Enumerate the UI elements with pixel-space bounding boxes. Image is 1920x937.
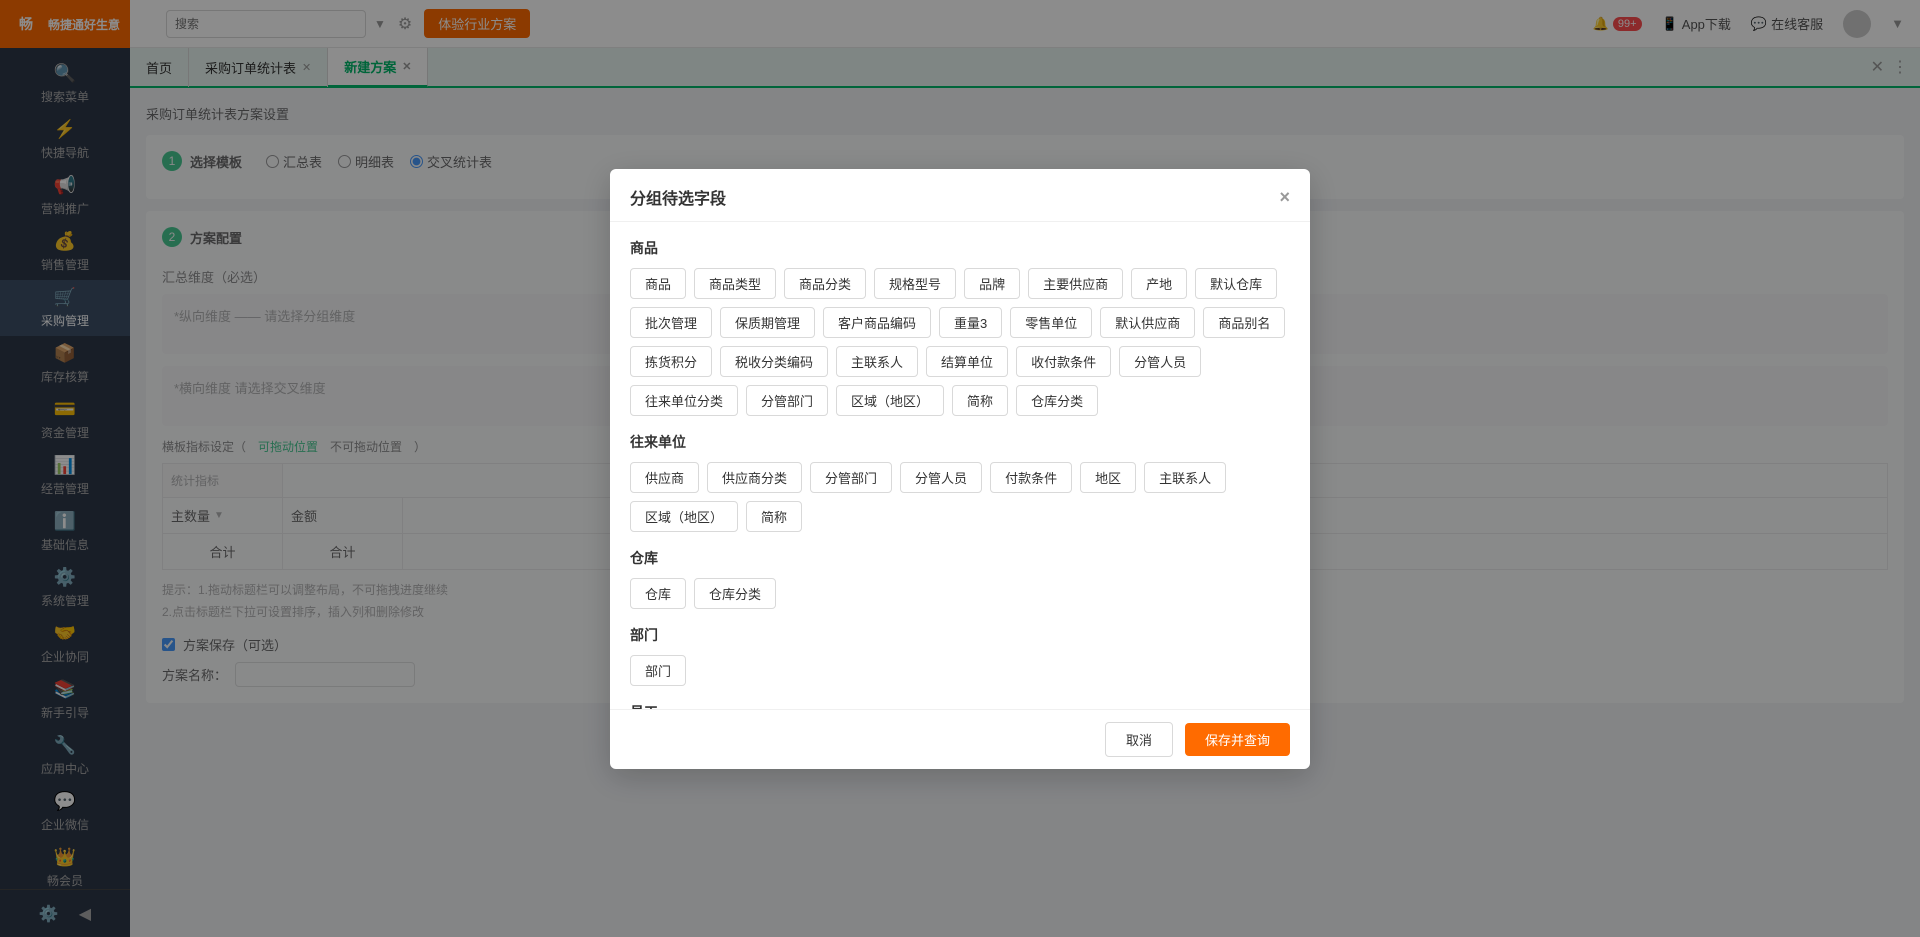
- field-tag-1-3[interactable]: 分管人员: [900, 462, 982, 493]
- field-tag-0-1[interactable]: 商品类型: [694, 268, 776, 299]
- field-tag-1-0[interactable]: 供应商: [630, 462, 699, 493]
- field-tag-1-7[interactable]: 区域（地区）: [630, 501, 738, 532]
- modal-close-button[interactable]: ×: [1279, 188, 1290, 206]
- modal-section-fields-3: 部门: [630, 655, 1290, 686]
- modal-section-title-4: 员工: [630, 702, 1290, 709]
- field-tag-0-18[interactable]: 结算单位: [926, 346, 1008, 377]
- field-tag-2-0[interactable]: 仓库: [630, 578, 686, 609]
- field-tag-0-17[interactable]: 主联系人: [836, 346, 918, 377]
- field-tag-0-12[interactable]: 零售单位: [1010, 307, 1092, 338]
- field-tag-0-6[interactable]: 产地: [1131, 268, 1187, 299]
- field-tag-1-4[interactable]: 付款条件: [990, 462, 1072, 493]
- field-tag-0-13[interactable]: 默认供应商: [1100, 307, 1195, 338]
- field-tag-0-10[interactable]: 客户商品编码: [823, 307, 931, 338]
- modal-header: 分组待选字段 ×: [610, 169, 1310, 222]
- modal-section-fields-0: 商品商品类型商品分类规格型号品牌主要供应商产地默认仓库批次管理保质期管理客户商品…: [630, 268, 1290, 416]
- field-tag-1-2[interactable]: 分管部门: [810, 462, 892, 493]
- modal-section-title-1: 往来单位: [630, 432, 1290, 452]
- field-tag-0-4[interactable]: 品牌: [964, 268, 1020, 299]
- field-tag-0-25[interactable]: 仓库分类: [1016, 385, 1098, 416]
- field-tag-0-23[interactable]: 区域（地区）: [836, 385, 944, 416]
- modal-title: 分组待选字段: [630, 185, 726, 209]
- save-button[interactable]: 保存并查询: [1185, 723, 1290, 756]
- field-tag-0-9[interactable]: 保质期管理: [720, 307, 815, 338]
- field-tag-0-24[interactable]: 简称: [952, 385, 1008, 416]
- field-tag-1-1[interactable]: 供应商分类: [707, 462, 802, 493]
- field-tag-0-14[interactable]: 商品别名: [1203, 307, 1285, 338]
- cancel-button[interactable]: 取消: [1105, 722, 1173, 757]
- field-tag-2-1[interactable]: 仓库分类: [694, 578, 776, 609]
- modal-section-fields-2: 仓库仓库分类: [630, 578, 1290, 609]
- modal-overlay: 分组待选字段 × 商品商品商品类型商品分类规格型号品牌主要供应商产地默认仓库批次…: [0, 0, 1920, 937]
- field-tag-0-8[interactable]: 批次管理: [630, 307, 712, 338]
- field-tag-0-15[interactable]: 拣货积分: [630, 346, 712, 377]
- field-tag-0-0[interactable]: 商品: [630, 268, 686, 299]
- field-tag-0-22[interactable]: 分管部门: [746, 385, 828, 416]
- modal-section-title-3: 部门: [630, 625, 1290, 645]
- modal: 分组待选字段 × 商品商品商品类型商品分类规格型号品牌主要供应商产地默认仓库批次…: [610, 169, 1310, 769]
- field-tag-1-5[interactable]: 地区: [1080, 462, 1136, 493]
- field-tag-0-19[interactable]: 收付款条件: [1016, 346, 1111, 377]
- field-tag-1-8[interactable]: 简称: [746, 501, 802, 532]
- field-tag-0-11[interactable]: 重量3: [939, 307, 1002, 338]
- modal-section-title-0: 商品: [630, 238, 1290, 258]
- field-tag-1-6[interactable]: 主联系人: [1144, 462, 1226, 493]
- field-tag-0-16[interactable]: 税收分类编码: [720, 346, 828, 377]
- field-tag-0-5[interactable]: 主要供应商: [1028, 268, 1123, 299]
- modal-footer: 取消 保存并查询: [610, 709, 1310, 769]
- field-tag-3-0[interactable]: 部门: [630, 655, 686, 686]
- modal-section-title-2: 仓库: [630, 548, 1290, 568]
- field-tag-0-7[interactable]: 默认仓库: [1195, 268, 1277, 299]
- modal-section-fields-1: 供应商供应商分类分管部门分管人员付款条件地区主联系人区域（地区） 简称: [630, 462, 1290, 532]
- field-tag-0-3[interactable]: 规格型号: [874, 268, 956, 299]
- modal-body: 商品商品商品类型商品分类规格型号品牌主要供应商产地默认仓库批次管理保质期管理客户…: [610, 222, 1310, 709]
- field-tag-0-20[interactable]: 分管人员: [1119, 346, 1201, 377]
- field-tag-0-21[interactable]: 往来单位分类: [630, 385, 738, 416]
- field-tag-0-2[interactable]: 商品分类: [784, 268, 866, 299]
